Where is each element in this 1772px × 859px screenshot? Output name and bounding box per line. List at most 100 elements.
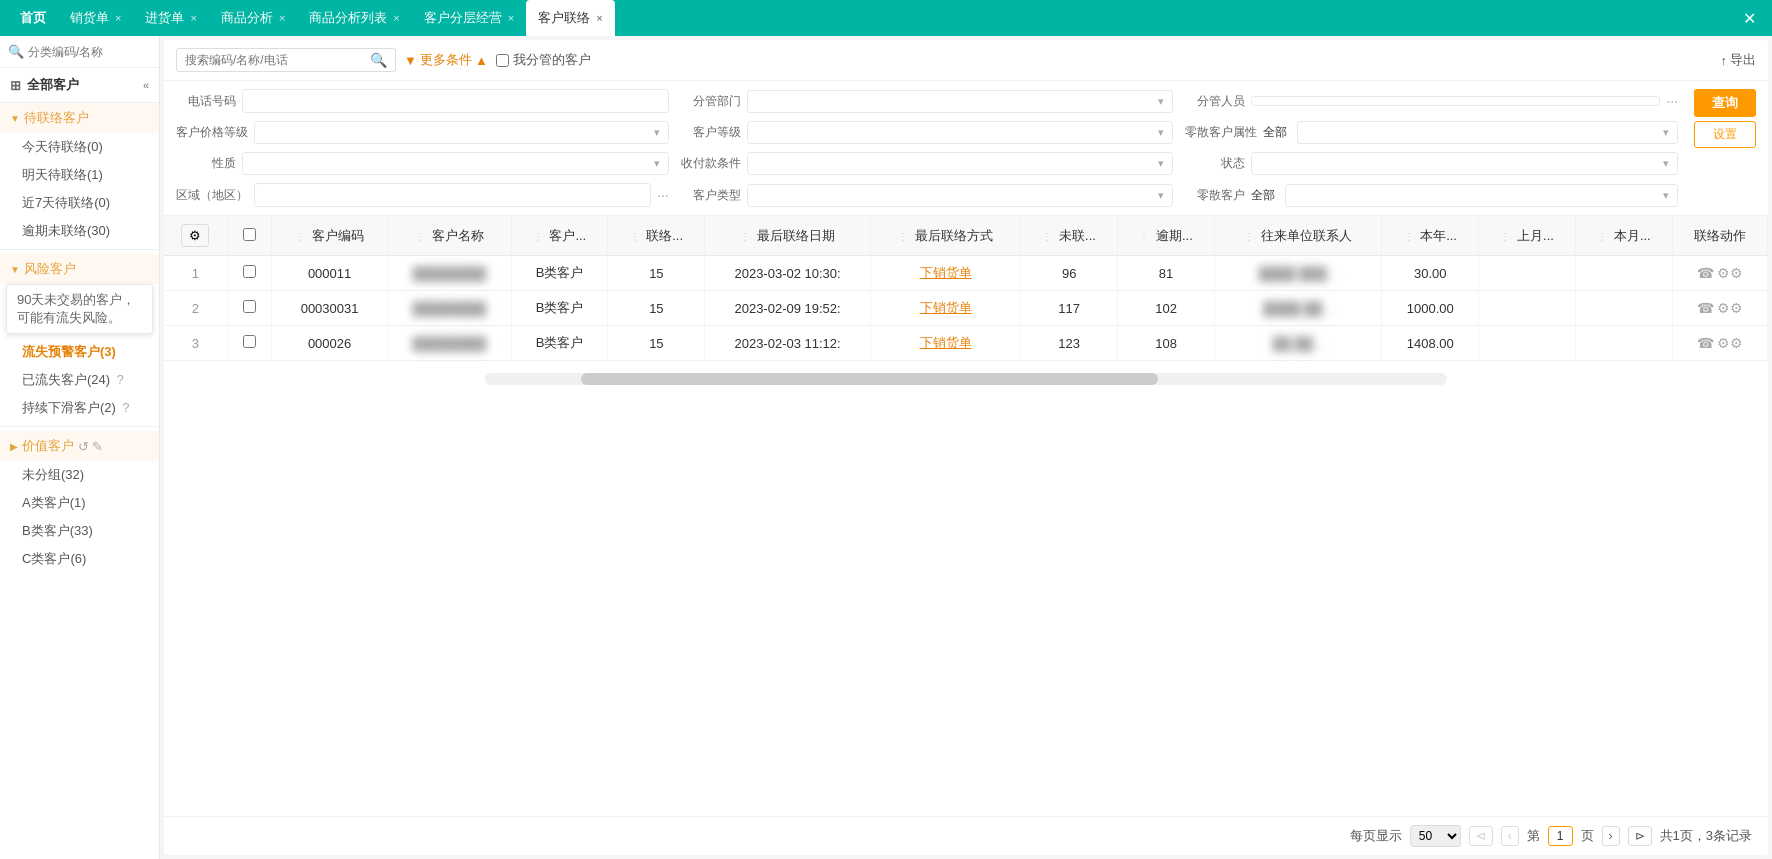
- filter-customer-grade: 客户等级 ▾: [681, 121, 1174, 144]
- close-icon[interactable]: ×: [115, 12, 121, 24]
- region-input[interactable]: [254, 183, 651, 207]
- sidebar-search-input[interactable]: [28, 45, 151, 59]
- row-checkbox: [227, 291, 271, 326]
- sidebar-item-overdue-contact[interactable]: 逾期未联络(30): [0, 217, 159, 245]
- action-icon[interactable]: ☎ ⚙⚙: [1697, 300, 1744, 316]
- search-input[interactable]: [185, 53, 370, 67]
- my-customers-checkbox[interactable]: [496, 54, 509, 67]
- action-icon[interactable]: ☎ ⚙⚙: [1697, 335, 1744, 351]
- sidebar-item-churned[interactable]: 已流失客户(24) ?: [0, 366, 159, 394]
- row-last-month: [1479, 326, 1576, 361]
- column-checkbox: [227, 216, 271, 256]
- last-page-button[interactable]: ⊳: [1628, 826, 1652, 846]
- price-grade-select[interactable]: ▾: [254, 121, 669, 144]
- nature-select[interactable]: ▾: [242, 152, 669, 175]
- row-contact-count: 15: [608, 256, 705, 291]
- sort-icon: ⋮: [630, 231, 640, 242]
- filter-price-grade: 客户价格等级 ▾: [176, 121, 669, 144]
- nature-label: 性质: [176, 155, 236, 172]
- close-icon[interactable]: ×: [596, 12, 602, 24]
- per-page-select[interactable]: 50 20 100: [1410, 825, 1461, 847]
- row-select-checkbox[interactable]: [243, 265, 256, 278]
- row-select-checkbox[interactable]: [243, 300, 256, 313]
- search-icon-button[interactable]: 🔍: [370, 52, 387, 68]
- close-icon[interactable]: ×: [508, 12, 514, 24]
- customer-grade-select[interactable]: ▾: [747, 121, 1174, 144]
- filter-nature: 性质 ▾: [176, 152, 669, 175]
- phone-label: 电话号码: [176, 93, 236, 110]
- close-icon[interactable]: ×: [279, 12, 285, 24]
- tab-customer-tier[interactable]: 客户分层经营 ×: [412, 0, 526, 36]
- gear-button[interactable]: ⚙: [181, 224, 209, 247]
- more-options-icon[interactable]: ···: [1666, 93, 1678, 109]
- action-icon[interactable]: ☎ ⚙⚙: [1697, 265, 1744, 281]
- zero-customer-select[interactable]: ▾: [1285, 184, 1678, 207]
- export-button[interactable]: ↑ 导出: [1721, 51, 1757, 69]
- row-contact-person: ████ ███...: [1215, 256, 1382, 291]
- row-name: ████████: [388, 256, 511, 291]
- tab-home[interactable]: 首页: [8, 0, 58, 36]
- column-gear: ⚙: [164, 216, 227, 256]
- sidebar-item-tomorrow-contact[interactable]: 明天待联络(1): [0, 161, 159, 189]
- sidebar-item-unclassified[interactable]: 未分组(32): [0, 461, 159, 489]
- filter-area: 电话号码 分管部门 ▾ 分管人员: [164, 81, 1768, 216]
- sidebar-item-b-class[interactable]: B类客户(33): [0, 517, 159, 545]
- total-info: 共1页，3条记录: [1660, 827, 1752, 845]
- row-last-method: 下销货单: [870, 326, 1020, 361]
- horizontal-scrollbar[interactable]: [485, 373, 1447, 385]
- column-customer-name: ⋮ 客户名称: [388, 216, 511, 256]
- sidebar-item-declining[interactable]: 持续下滑客户(2) ?: [0, 394, 159, 422]
- sidebar-item-7days-contact[interactable]: 近7天待联络(0): [0, 189, 159, 217]
- row-last-month: [1479, 256, 1576, 291]
- filter-person: 分管人员 ···: [1185, 93, 1678, 110]
- section-risk-customer[interactable]: ▼ 风险客户: [0, 254, 159, 284]
- section-pending-contact[interactable]: ▼ 待联络客户: [0, 103, 159, 133]
- filter-dept: 分管部门 ▾: [681, 90, 1174, 113]
- row-this-year: 1000.00: [1382, 291, 1479, 326]
- tab-customer-contact[interactable]: 客户联络 ×: [526, 0, 614, 36]
- customer-type-label: 客户类型: [681, 187, 741, 204]
- select-all-checkbox[interactable]: [243, 228, 256, 241]
- refresh-icon[interactable]: ↺: [78, 439, 89, 454]
- payment-select[interactable]: ▾: [747, 152, 1174, 175]
- settings-button[interactable]: 设置: [1694, 121, 1756, 148]
- phone-input[interactable]: [242, 89, 669, 113]
- close-icon[interactable]: ×: [393, 12, 399, 24]
- sidebar-item-a-class[interactable]: A类客户(1): [0, 489, 159, 517]
- row-this-month: [1576, 326, 1673, 361]
- window-close-button[interactable]: ✕: [1735, 9, 1764, 28]
- more-conditions-button[interactable]: ▼ 更多条件 ▲: [404, 51, 488, 69]
- filter-zero-attr: 零散客户属性 全部 ▾: [1185, 121, 1678, 144]
- row-select-checkbox[interactable]: [243, 335, 256, 348]
- tab-product-analysis[interactable]: 商品分析 ×: [209, 0, 297, 36]
- per-page-label: 每页显示: [1350, 827, 1402, 845]
- status-select[interactable]: ▾: [1251, 152, 1678, 175]
- sidebar-item-c-class[interactable]: C类客户(6): [0, 545, 159, 573]
- region-more-icon[interactable]: ···: [657, 187, 669, 203]
- next-page-button[interactable]: ›: [1602, 826, 1620, 846]
- sort-icon: ⋮: [1404, 231, 1414, 242]
- edit-icon[interactable]: ✎: [92, 439, 103, 454]
- person-select[interactable]: [1251, 96, 1660, 106]
- first-page-button[interactable]: ⊲: [1469, 826, 1493, 846]
- zero-attr-select[interactable]: ▾: [1297, 121, 1678, 144]
- sidebar-all-customers[interactable]: ⊞ 全部客户 «: [0, 68, 159, 103]
- content-area: 🔍 ▼ 更多条件 ▲ 我分管的客户 ↑ 导出: [164, 40, 1768, 855]
- execute-search-button[interactable]: 查询: [1694, 89, 1756, 117]
- table-row: 3 000026 ████████ B类客户 15 2023-02-03 11:…: [164, 326, 1768, 361]
- dept-select[interactable]: ▾: [747, 90, 1174, 113]
- tab-sales-order[interactable]: 销货单 ×: [58, 0, 133, 36]
- my-customers-checkbox-label[interactable]: 我分管的客户: [496, 51, 591, 69]
- section-value-customer[interactable]: ▶ 价值客户 ↺ ✎: [0, 431, 159, 461]
- dept-label: 分管部门: [681, 93, 741, 110]
- row-this-month: [1576, 256, 1673, 291]
- sidebar-item-today-contact[interactable]: 今天待联络(0): [0, 133, 159, 161]
- row-type: B类客户: [511, 291, 608, 326]
- tab-product-analysis-list[interactable]: 商品分析列表 ×: [297, 0, 411, 36]
- prev-page-button[interactable]: ‹: [1501, 826, 1519, 846]
- customer-type-select[interactable]: ▾: [747, 184, 1174, 207]
- tab-purchase-order[interactable]: 进货单 ×: [133, 0, 208, 36]
- filter-payment: 收付款条件 ▾: [681, 152, 1174, 175]
- sidebar-item-churn-warning[interactable]: 流失预警客户(3): [0, 338, 159, 366]
- close-icon[interactable]: ×: [190, 12, 196, 24]
